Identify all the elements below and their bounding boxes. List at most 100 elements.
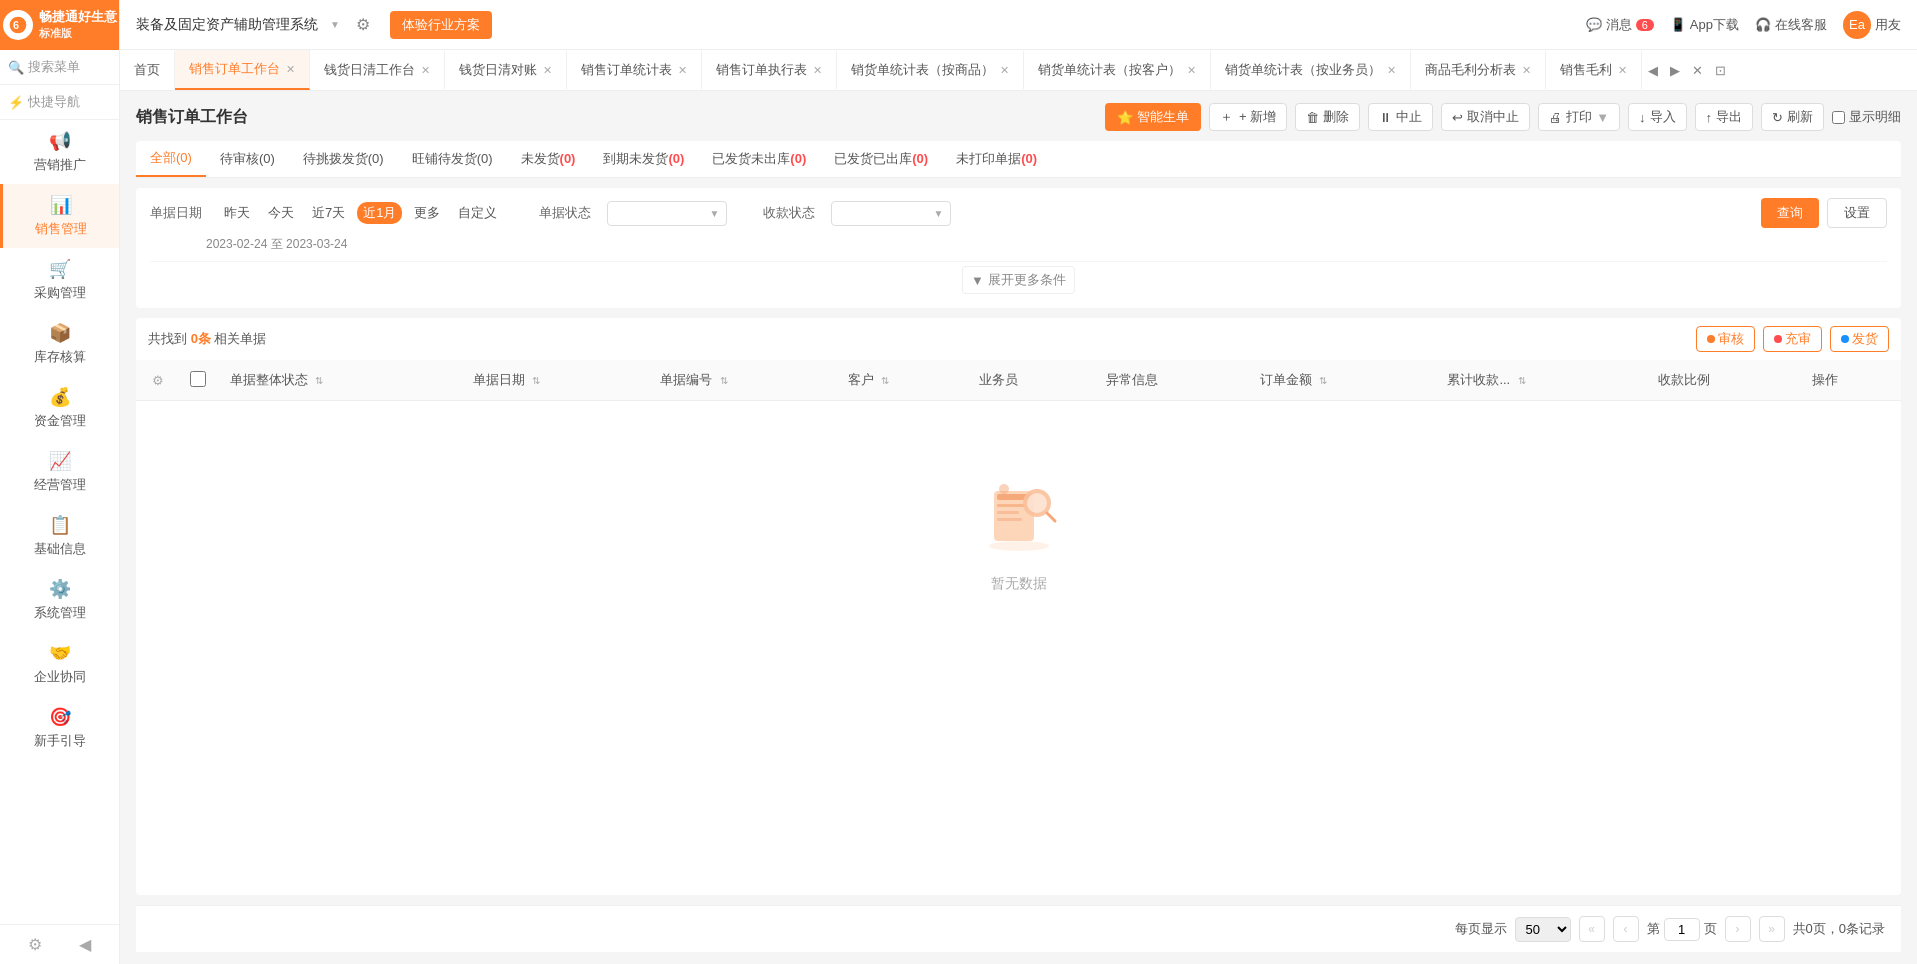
show-detail-checkbox[interactable] xyxy=(1832,111,1845,124)
show-detail-checkbox-label[interactable]: 显示明细 xyxy=(1832,108,1901,126)
sidebar-item-basic[interactable]: 📋 基础信息 xyxy=(0,504,119,568)
status-select[interactable] xyxy=(607,201,727,226)
subtab-all[interactable]: 全部(0) xyxy=(136,141,206,177)
sidebar-item-marketing[interactable]: 📢 营销推广 xyxy=(0,120,119,184)
tab-cash-recon[interactable]: 钱货日清对账 ✕ xyxy=(445,51,567,89)
cancel-suspend-btn[interactable]: ↩ 取消中止 xyxy=(1441,103,1530,131)
subtab-pending-ship[interactable]: 待挑拨发货(0) xyxy=(289,142,398,176)
first-page-btn[interactable]: « xyxy=(1579,916,1605,942)
sidebar-item-purchase[interactable]: 🛒 采购管理 xyxy=(0,248,119,312)
tab-close-cash-clear[interactable]: ✕ xyxy=(421,64,430,77)
payment-select[interactable] xyxy=(831,201,951,226)
sidebar-item-system[interactable]: ⚙️ 系统管理 xyxy=(0,568,119,632)
per-page-select[interactable]: 50 10 20 100 xyxy=(1515,917,1571,942)
tab-prev-nav[interactable]: ◀ xyxy=(1642,63,1664,78)
cancel-audit-dot xyxy=(1774,335,1782,343)
per-page-label: 每页显示 xyxy=(1455,920,1507,938)
expand-conditions-btn[interactable]: ▼ 展开更多条件 xyxy=(962,266,1075,294)
subtab-pending-review[interactable]: 待审核(0) xyxy=(206,142,289,176)
customer-sort-icon[interactable]: ⇅ xyxy=(881,375,889,386)
query-btn[interactable]: 查询 xyxy=(1761,198,1819,228)
sidebar-item-sales[interactable]: 📊 销售管理 xyxy=(0,184,119,248)
subtab-shipped-not-out[interactable]: 已发货未出库(0) xyxy=(698,142,820,176)
prev-page-btn[interactable]: ‹ xyxy=(1613,916,1639,942)
tab-expand[interactable]: ⊡ xyxy=(1709,63,1732,78)
col-checkbox-header[interactable] xyxy=(180,360,220,401)
tab-close-gross-profit[interactable]: ✕ xyxy=(1522,64,1531,77)
date-sort-icon[interactable]: ⇅ xyxy=(532,375,540,386)
page-input[interactable] xyxy=(1664,918,1700,941)
ship-btn[interactable]: 发货 xyxy=(1830,326,1889,352)
tab-sales-workbench[interactable]: 销售订单工作台 ✕ xyxy=(175,50,310,90)
quick-nav[interactable]: ⚡ 快捷导航 xyxy=(0,85,119,120)
col-settings-header[interactable]: ⚙ xyxy=(136,360,180,401)
date-btn-1month[interactable]: 近1月 xyxy=(357,202,402,224)
subtab-wangpu[interactable]: 旺铺待发货(0) xyxy=(398,142,507,176)
print-btn[interactable]: 🖨 打印 ▼ xyxy=(1538,103,1620,131)
tab-close-sales-stat-prod[interactable]: ✕ xyxy=(1000,64,1009,77)
sidebar-item-enterprise[interactable]: 🤝 企业协同 xyxy=(0,632,119,696)
tab-sales-stat-staff[interactable]: 销货单统计表（按业务员） ✕ xyxy=(1211,51,1411,89)
date-btn-today[interactable]: 今天 xyxy=(262,202,300,224)
tab-next-nav[interactable]: ▶ xyxy=(1664,63,1686,78)
next-page-btn[interactable]: › xyxy=(1725,916,1751,942)
number-sort-icon[interactable]: ⇅ xyxy=(720,375,728,386)
refresh-btn[interactable]: ↻ 刷新 xyxy=(1761,103,1824,131)
sidebar-item-finance[interactable]: 💰 资金管理 xyxy=(0,376,119,440)
collected-sort-icon[interactable]: ⇅ xyxy=(1518,375,1526,386)
tab-close-sales-stat[interactable]: ✕ xyxy=(678,64,687,77)
topbar-right: 💬 消息 6 📱 App下载 🎧 在线客服 Ea 用友 xyxy=(1586,11,1901,39)
suspend-btn[interactable]: ⏸ 中止 xyxy=(1368,103,1433,131)
delete-btn[interactable]: 🗑 删除 xyxy=(1295,103,1360,131)
tab-sales-stat[interactable]: 销售订单统计表 ✕ xyxy=(567,51,702,89)
search-menu[interactable]: 🔍 搜索菜单 xyxy=(0,50,119,85)
app-download-btn[interactable]: 📱 App下载 xyxy=(1670,16,1739,34)
import-btn[interactable]: ↓ 导入 xyxy=(1628,103,1687,131)
tab-gross-profit[interactable]: 商品毛利分析表 ✕ xyxy=(1411,51,1546,89)
cancel-audit-btn[interactable]: 充审 xyxy=(1763,326,1822,352)
user-profile-btn[interactable]: Ea 用友 xyxy=(1843,11,1901,39)
filter-row-date-range: 2023-02-24 至 2023-03-24 xyxy=(150,236,1887,253)
tab-sales-stat-cust[interactable]: 销货单统计表（按客户） ✕ xyxy=(1024,51,1211,89)
subtab-not-shipped[interactable]: 未发货(0) xyxy=(507,142,590,176)
topbar-gear-icon[interactable]: ⚙ xyxy=(356,15,370,34)
tab-close-sales-stat-staff[interactable]: ✕ xyxy=(1387,64,1396,77)
tab-home[interactable]: 首页 xyxy=(120,51,175,89)
tab-close-all[interactable]: ✕ xyxy=(1686,63,1709,78)
sidebar-item-guide[interactable]: 🎯 新手引导 xyxy=(0,696,119,760)
tab-close-sales-gross[interactable]: ✕ xyxy=(1618,64,1627,77)
smart-generate-btn[interactable]: ⭐ 智能生单 xyxy=(1105,103,1201,131)
export-btn[interactable]: ↑ 导出 xyxy=(1695,103,1754,131)
subtab-overdue[interactable]: 到期未发货(0) xyxy=(589,142,698,176)
tab-close-sales-workbench[interactable]: ✕ xyxy=(286,63,295,76)
industry-solution-btn[interactable]: 体验行业方案 xyxy=(390,11,492,39)
subtab-shipped-out[interactable]: 已发货已出库(0) xyxy=(820,142,942,176)
date-btn-custom[interactable]: 自定义 xyxy=(452,202,503,224)
sidebar-item-inventory[interactable]: 📦 库存核算 xyxy=(0,312,119,376)
tab-close-sales-exec[interactable]: ✕ xyxy=(813,64,822,77)
filter-settings-btn[interactable]: 设置 xyxy=(1827,198,1887,228)
date-btn-yesterday[interactable]: 昨天 xyxy=(218,202,256,224)
audit-btn[interactable]: 审核 xyxy=(1696,326,1755,352)
select-all-checkbox[interactable] xyxy=(190,371,206,387)
add-btn[interactable]: ＋ + 新增 xyxy=(1209,103,1287,131)
sidebar-item-operations[interactable]: 📈 经营管理 xyxy=(0,440,119,504)
tab-close-sales-stat-cust[interactable]: ✕ xyxy=(1187,64,1196,77)
amount-sort-icon[interactable]: ⇅ xyxy=(1319,375,1327,386)
col-operation-header: 操作 xyxy=(1802,360,1901,401)
sidebar-settings-btn[interactable]: ⚙ xyxy=(28,935,42,954)
date-btn-7days[interactable]: 近7天 xyxy=(306,202,351,224)
tab-sales-stat-prod[interactable]: 销货单统计表（按商品） ✕ xyxy=(837,51,1024,89)
last-page-btn[interactable]: » xyxy=(1759,916,1785,942)
online-service-btn[interactable]: 🎧 在线客服 xyxy=(1755,16,1827,34)
subtab-not-printed[interactable]: 未打印单据(0) xyxy=(942,142,1051,176)
sidebar-logo: 6 畅捷通好生意 标准版 xyxy=(0,0,119,50)
tab-close-cash-recon[interactable]: ✕ xyxy=(543,64,552,77)
tab-sales-exec[interactable]: 销售订单执行表 ✕ xyxy=(702,51,837,89)
status-sort-icon[interactable]: ⇅ xyxy=(315,375,323,386)
message-btn[interactable]: 💬 消息 6 xyxy=(1586,16,1654,34)
date-btn-more[interactable]: 更多 xyxy=(408,202,446,224)
tab-cash-clear[interactable]: 钱货日清工作台 ✕ xyxy=(310,51,445,89)
tab-sales-gross[interactable]: 销售毛利 ✕ xyxy=(1546,51,1642,89)
sidebar-collapse-btn[interactable]: ◀ xyxy=(79,935,91,954)
